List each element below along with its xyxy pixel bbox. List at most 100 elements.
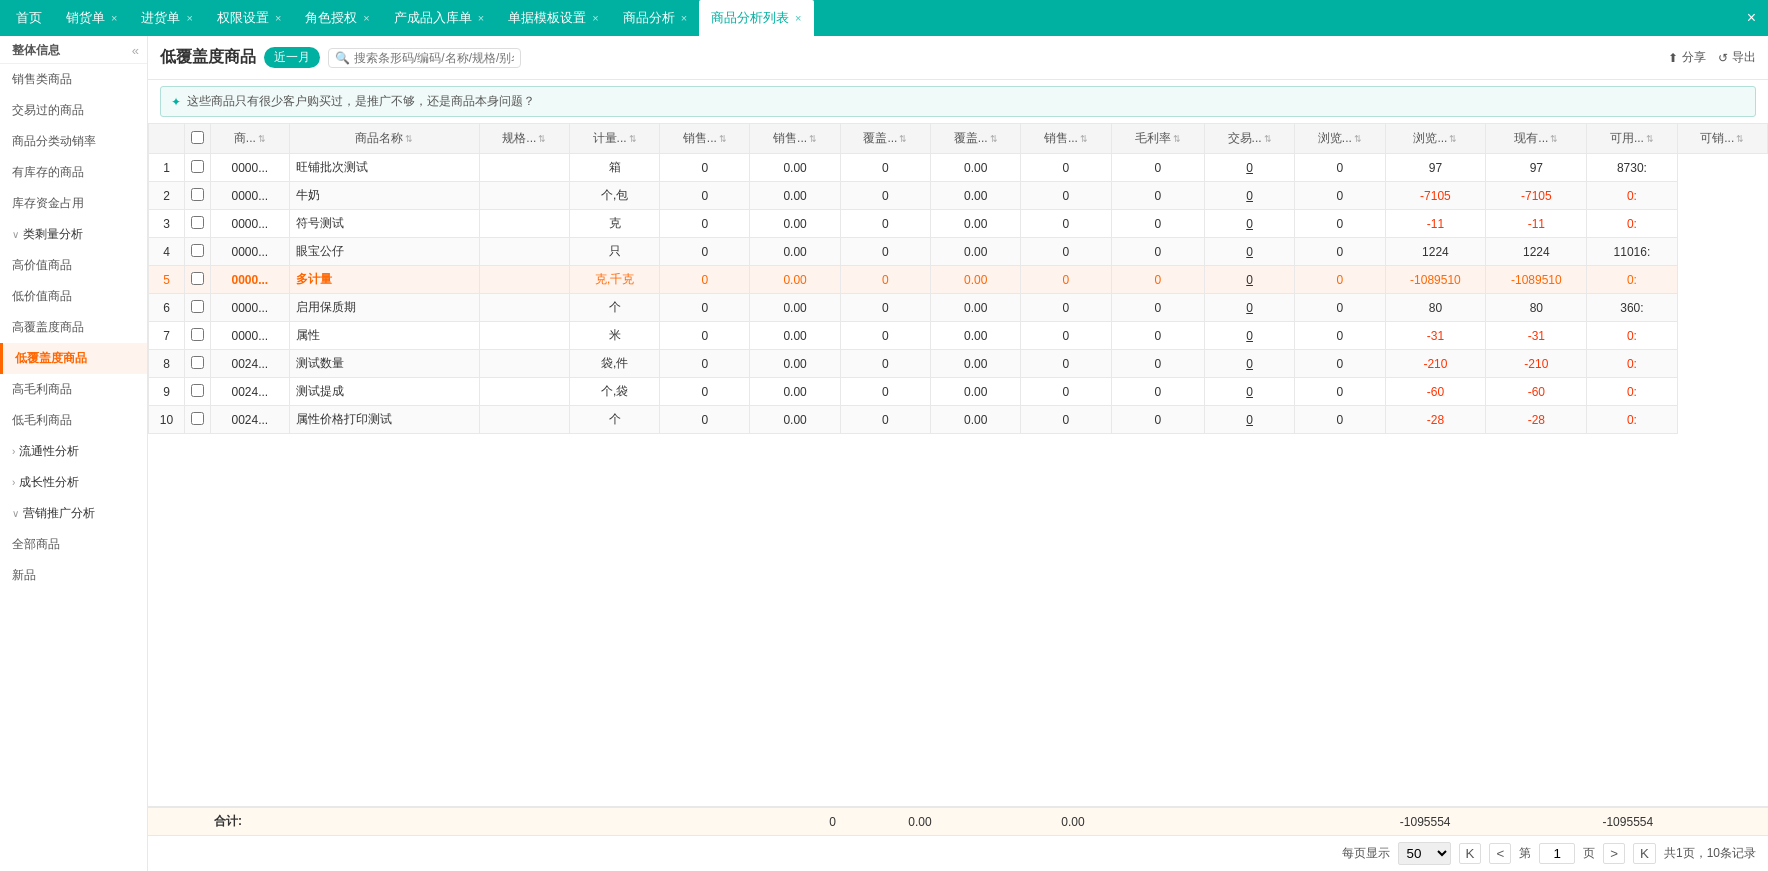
row-checkbox[interactable]	[191, 160, 204, 173]
close-active-icon[interactable]: ×	[795, 12, 801, 24]
sidebar-item-category-sales-rate[interactable]: 商品分类动销率	[0, 126, 147, 157]
export-button[interactable]: ↺ 导出	[1718, 49, 1756, 66]
next-page-button[interactable]: >	[1603, 843, 1625, 864]
sidebar-item-new-products[interactable]: 新品	[0, 560, 147, 591]
col-margin-header[interactable]: 毛利率 ⇅	[1111, 124, 1204, 154]
nav-purchase-order[interactable]: 进货单 ×	[129, 0, 204, 36]
row-checkbox-cell[interactable]	[185, 210, 211, 238]
row-checkbox-cell[interactable]	[185, 182, 211, 210]
nav-template-settings[interactable]: 单据模板设置 ×	[496, 0, 610, 36]
row-checkbox-cell[interactable]	[185, 406, 211, 434]
share-button[interactable]: ⬆ 分享	[1668, 49, 1706, 66]
nav-home[interactable]: 首页	[4, 0, 54, 36]
nav-finished-goods[interactable]: 产成品入库单 ×	[382, 0, 496, 36]
col-view1-header[interactable]: 浏览... ⇅	[1295, 124, 1385, 154]
row-link[interactable]: 0	[1204, 322, 1294, 350]
col-cover1-label: 覆盖...	[863, 130, 897, 147]
row-checkbox[interactable]	[191, 300, 204, 313]
sidebar-group-quantity-analysis[interactable]: ∨ 类剩量分析	[0, 219, 147, 250]
table-container[interactable]: 商... ⇅ 商品名称 ⇅ 规格...	[148, 123, 1768, 806]
nav-sales-order[interactable]: 销货单 ×	[54, 0, 129, 36]
nav-product-analysis[interactable]: 商品分析 ×	[611, 0, 699, 36]
prev-page-button[interactable]: <	[1489, 843, 1511, 864]
col-unit-header[interactable]: 计量... ⇅	[569, 124, 659, 154]
row-link[interactable]: 0	[1204, 406, 1294, 434]
sidebar-collapse-button[interactable]: «	[132, 43, 139, 58]
row-link[interactable]: 0	[1204, 182, 1294, 210]
col-view2-header[interactable]: 浏览... ⇅	[1385, 124, 1486, 154]
search-box[interactable]: 🔍	[328, 48, 521, 68]
nav-role-auth[interactable]: 角色授权 ×	[293, 0, 381, 36]
sidebar-group-growth[interactable]: › 成长性分析	[0, 467, 147, 498]
col-cover2-header[interactable]: 覆盖... ⇅	[931, 124, 1021, 154]
row-checkbox-cell[interactable]	[185, 154, 211, 182]
last-page-button[interactable]: K	[1633, 843, 1656, 864]
row-checkbox-cell[interactable]	[185, 266, 211, 294]
close-icon[interactable]: ×	[186, 12, 192, 24]
col-sales1-header[interactable]: 销售... ⇅	[660, 124, 750, 154]
col-cover1-header[interactable]: 覆盖... ⇅	[840, 124, 930, 154]
close-all-tabs-button[interactable]: ×	[1739, 9, 1764, 27]
first-page-button[interactable]: K	[1459, 843, 1482, 864]
col-trade-header[interactable]: 交易... ⇅	[1204, 124, 1294, 154]
sidebar-item-sales-products[interactable]: 销售类商品	[0, 64, 147, 95]
close-icon[interactable]: ×	[592, 12, 598, 24]
row-link[interactable]: 0	[1204, 350, 1294, 378]
row-link[interactable]: 0	[1204, 266, 1294, 294]
row-checkbox-cell[interactable]	[185, 238, 211, 266]
sidebar-item-traded-products[interactable]: 交易过的商品	[0, 95, 147, 126]
row-checkbox[interactable]	[191, 244, 204, 257]
col-spec-header[interactable]: 规格... ⇅	[479, 124, 569, 154]
sidebar-item-stocked-products[interactable]: 有库存的商品	[0, 157, 147, 188]
per-page-select[interactable]: 50 100 200	[1398, 842, 1451, 865]
row-link[interactable]: 0	[1204, 378, 1294, 406]
row-checkbox-cell[interactable]	[185, 294, 211, 322]
row-link[interactable]: 0	[1204, 238, 1294, 266]
select-all-checkbox[interactable]	[191, 131, 204, 144]
row-v4: 0.00	[931, 210, 1021, 238]
row-checkbox[interactable]	[191, 412, 204, 425]
col-code-header[interactable]: 商... ⇅	[211, 124, 290, 154]
col-sales2-header[interactable]: 销售... ⇅	[750, 124, 840, 154]
sidebar-item-low-margin[interactable]: 低毛利商品	[0, 405, 147, 436]
row-checkbox[interactable]	[191, 216, 204, 229]
period-button[interactable]: 近一月	[264, 47, 320, 68]
nav-permission-settings[interactable]: 权限设置 ×	[205, 0, 293, 36]
row-checkbox-cell[interactable]	[185, 322, 211, 350]
nav-product-analysis-list[interactable]: 商品分析列表 ×	[699, 0, 813, 36]
col-checkbox-header[interactable]	[185, 124, 211, 154]
sidebar-item-stock-capital[interactable]: 库存资金占用	[0, 188, 147, 219]
row-checkbox-cell[interactable]	[185, 378, 211, 406]
close-icon[interactable]: ×	[275, 12, 281, 24]
row-link[interactable]: 0	[1204, 210, 1294, 238]
page-number-input[interactable]	[1539, 843, 1575, 864]
sidebar-item-high-margin[interactable]: 高毛利商品	[0, 374, 147, 405]
col-available-header[interactable]: 可用... ⇅	[1587, 124, 1677, 154]
row-checkbox[interactable]	[191, 272, 204, 285]
col-name-label: 商品名称	[355, 130, 403, 147]
close-icon[interactable]: ×	[681, 12, 687, 24]
col-current-header[interactable]: 现有... ⇅	[1486, 124, 1587, 154]
col-name-header[interactable]: 商品名称 ⇅	[289, 124, 479, 154]
sidebar-item-low-value[interactable]: 低价值商品	[0, 281, 147, 312]
sidebar-item-high-value[interactable]: 高价值商品	[0, 250, 147, 281]
col-sales3-header[interactable]: 销售... ⇅	[1021, 124, 1111, 154]
row-checkbox[interactable]	[191, 188, 204, 201]
col-sellable-header[interactable]: 可销... ⇅	[1677, 124, 1767, 154]
close-icon[interactable]: ×	[478, 12, 484, 24]
row-link[interactable]: 0	[1204, 294, 1294, 322]
row-checkbox[interactable]	[191, 384, 204, 397]
row-checkbox-cell[interactable]	[185, 350, 211, 378]
row-checkbox[interactable]	[191, 328, 204, 341]
search-input[interactable]	[354, 51, 514, 65]
sidebar-group-liquidity[interactable]: › 流通性分析	[0, 436, 147, 467]
close-icon[interactable]: ×	[363, 12, 369, 24]
sidebar-item-high-coverage[interactable]: 高覆盖度商品	[0, 312, 147, 343]
row-v4: 0.00	[931, 350, 1021, 378]
close-icon[interactable]: ×	[111, 12, 117, 24]
row-link[interactable]: 0	[1204, 154, 1294, 182]
row-checkbox[interactable]	[191, 356, 204, 369]
sidebar-group-marketing[interactable]: ∨ 营销推广分析	[0, 498, 147, 529]
sidebar-item-all-products[interactable]: 全部商品	[0, 529, 147, 560]
sidebar-item-low-coverage[interactable]: 低覆盖度商品	[0, 343, 147, 374]
